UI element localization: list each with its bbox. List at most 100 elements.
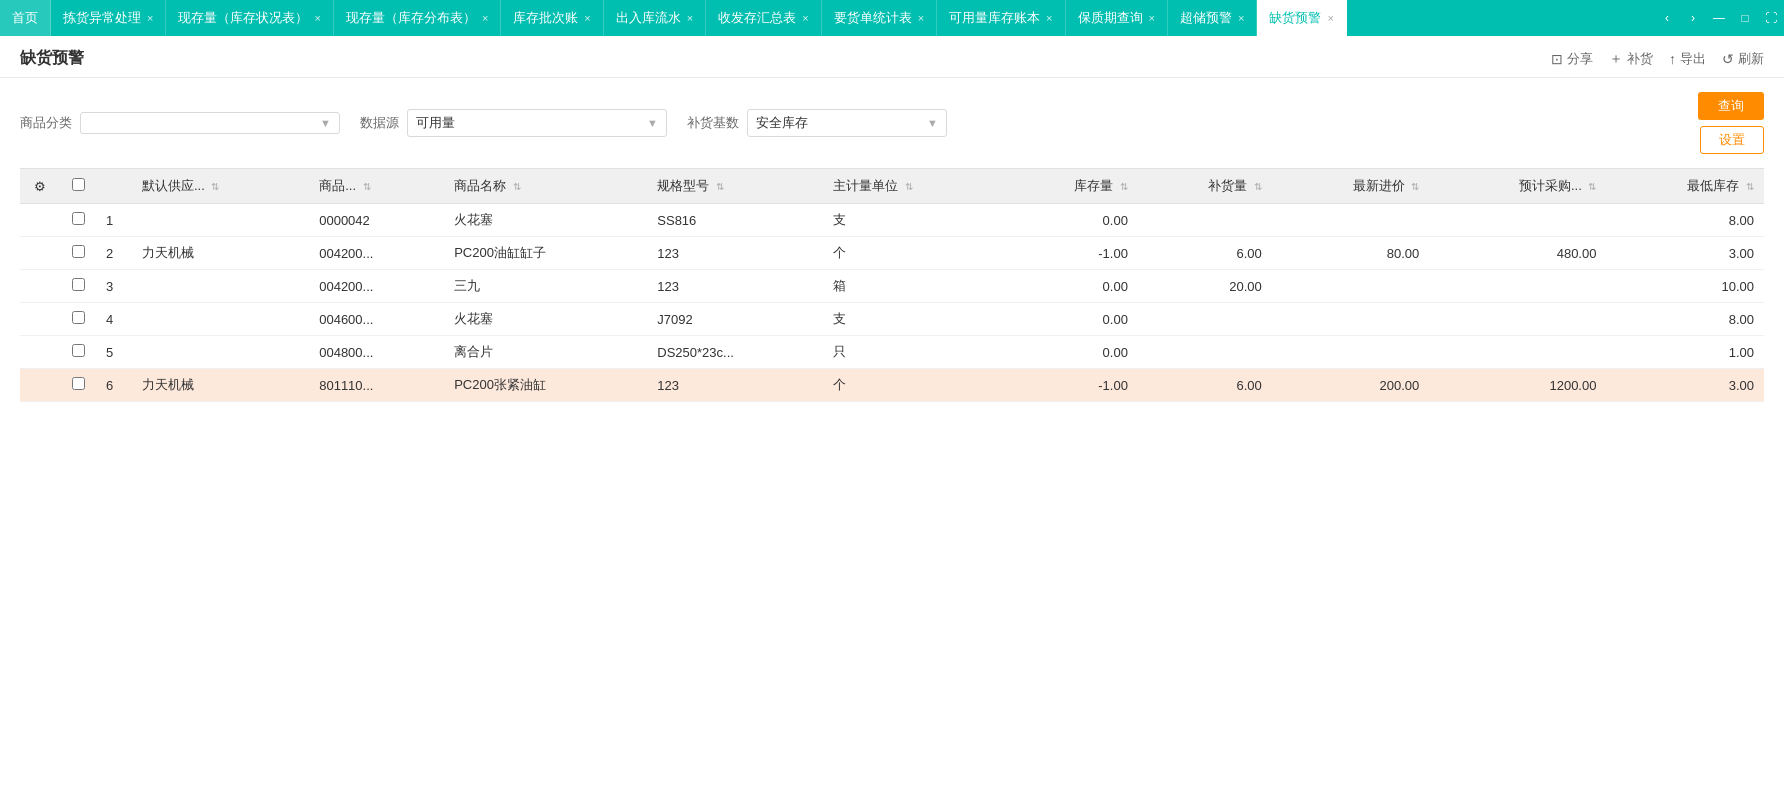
tab-available-ledger[interactable]: 可用量库存账本 ×: [937, 0, 1065, 36]
tab-close-expiry-query[interactable]: ×: [1149, 12, 1155, 24]
tab-close-shortage[interactable]: ×: [1327, 12, 1333, 24]
row-checkbox-5[interactable]: [60, 369, 96, 402]
row-stock-1: -1.00: [1004, 237, 1138, 270]
row-est-purchase-2: [1429, 270, 1606, 303]
sort-icon-unit: ⇅: [905, 181, 913, 192]
th-product-name[interactable]: 商品名称 ⇅: [444, 169, 647, 204]
tab-collect-summary[interactable]: 收发存汇总表 ×: [706, 0, 821, 36]
tab-fullscreen-btn[interactable]: ⛶: [1758, 0, 1784, 36]
export-icon: ↑: [1669, 51, 1676, 67]
share-icon: ⊡: [1551, 51, 1563, 67]
row-min-stock-2: 10.00: [1606, 270, 1764, 303]
tab-order-stats[interactable]: 要货单统计表 ×: [822, 0, 937, 36]
row-checkbox-0[interactable]: [60, 204, 96, 237]
tab-minimize-btn[interactable]: —: [1706, 0, 1732, 36]
datasource-select[interactable]: 可用量 ▼: [407, 109, 667, 137]
row-min-stock-4: 1.00: [1606, 336, 1764, 369]
row-unit-1: 个: [823, 237, 1004, 270]
tab-close-inventory-dist[interactable]: ×: [482, 12, 488, 24]
row-checkbox-2[interactable]: [60, 270, 96, 303]
row-checkbox-4[interactable]: [60, 336, 96, 369]
row-code-2: 004200...: [309, 270, 444, 303]
th-stock[interactable]: 库存量 ⇅: [1004, 169, 1138, 204]
row-select-checkbox-4[interactable]: [72, 344, 85, 357]
row-seq-3: 4: [96, 303, 132, 336]
table-container: ⚙ 默认供应... ⇅ 商品... ⇅: [0, 168, 1784, 402]
row-checkbox-3[interactable]: [60, 303, 96, 336]
query-button[interactable]: 查询: [1698, 92, 1764, 120]
tab-batch-anomaly[interactable]: 拣货异常处理 ×: [51, 0, 166, 36]
tab-home[interactable]: 首页: [0, 0, 51, 36]
replenish-base-select[interactable]: 安全库存 ▼: [747, 109, 947, 137]
tab-batch-account[interactable]: 库存批次账 ×: [501, 0, 603, 36]
row-seq-5: 6: [96, 369, 132, 402]
row-checkbox-1[interactable]: [60, 237, 96, 270]
tab-close-available-ledger[interactable]: ×: [1046, 12, 1052, 24]
datasource-dropdown-icon: ▼: [647, 117, 658, 129]
settings-button[interactable]: 设置: [1700, 126, 1764, 154]
row-select-checkbox-1[interactable]: [72, 245, 85, 258]
select-all-checkbox[interactable]: [72, 178, 85, 191]
tab-overstock[interactable]: 超储预警 ×: [1168, 0, 1257, 36]
row-select-checkbox-5[interactable]: [72, 377, 85, 390]
tab-close-order-stats[interactable]: ×: [918, 12, 924, 24]
row-name-0: 火花塞: [444, 204, 647, 237]
th-min-stock[interactable]: 最低库存 ⇅: [1606, 169, 1764, 204]
export-label: 导出: [1680, 50, 1706, 68]
row-supplier-3: [132, 303, 309, 336]
sort-icon-supplier: ⇅: [211, 181, 219, 192]
page-content: 缺货预警 ⊡ 分享 ＋ 补货 ↑ 导出 ↺ 刷新 商品分类: [0, 36, 1784, 796]
row-code-3: 004600...: [309, 303, 444, 336]
tab-next-btn[interactable]: ›: [1680, 0, 1706, 36]
th-gear[interactable]: ⚙: [20, 169, 60, 204]
row-unit-5: 个: [823, 369, 1004, 402]
datasource-filter-group: 数据源 可用量 ▼: [360, 109, 667, 137]
page-title: 缺货预警: [20, 48, 84, 69]
tab-close-batch-account[interactable]: ×: [584, 12, 590, 24]
th-product-code[interactable]: 商品... ⇅: [309, 169, 444, 204]
tab-close-batch-anomaly[interactable]: ×: [147, 12, 153, 24]
tab-close-inventory-status[interactable]: ×: [314, 12, 320, 24]
th-unit[interactable]: 主计量单位 ⇅: [823, 169, 1004, 204]
tab-in-out-flow[interactable]: 出入库流水 ×: [604, 0, 706, 36]
row-stock-0: 0.00: [1004, 204, 1138, 237]
tab-close-collect-summary[interactable]: ×: [802, 12, 808, 24]
row-name-2: 三九: [444, 270, 647, 303]
row-supplier-2: [132, 270, 309, 303]
th-seq: [96, 169, 132, 204]
tab-expiry-query[interactable]: 保质期查询 ×: [1066, 0, 1168, 36]
th-est-purchase[interactable]: 预计采购... ⇅: [1429, 169, 1606, 204]
table-row: 3 004200... 三九 123 箱 0.00 20.00 10.00: [20, 270, 1764, 303]
replenish-base-filter-label: 补货基数: [687, 114, 739, 132]
share-btn[interactable]: ⊡ 分享: [1551, 50, 1593, 68]
tab-maximize-btn[interactable]: □: [1732, 0, 1758, 36]
row-code-4: 004800...: [309, 336, 444, 369]
refresh-btn[interactable]: ↺ 刷新: [1722, 50, 1764, 68]
tab-inventory-dist[interactable]: 现存量（库存分布表） ×: [334, 0, 501, 36]
page-header: 缺货预警 ⊡ 分享 ＋ 补货 ↑ 导出 ↺ 刷新: [0, 36, 1784, 78]
category-select[interactable]: ▼: [80, 112, 340, 134]
table-row: 4 004600... 火花塞 J7092 支 0.00 8.00: [20, 303, 1764, 336]
replenish-btn[interactable]: ＋ 补货: [1609, 50, 1653, 68]
row-select-checkbox-3[interactable]: [72, 311, 85, 324]
th-default-supplier[interactable]: 默认供应... ⇅: [132, 169, 309, 204]
tab-inventory-status[interactable]: 现存量（库存状况表） ×: [166, 0, 333, 36]
tab-prev-btn[interactable]: ‹: [1654, 0, 1680, 36]
th-spec[interactable]: 规格型号 ⇅: [647, 169, 823, 204]
row-name-4: 离合片: [444, 336, 647, 369]
tab-close-overstock[interactable]: ×: [1238, 12, 1244, 24]
row-select-checkbox-0[interactable]: [72, 212, 85, 225]
row-select-checkbox-2[interactable]: [72, 278, 85, 291]
row-replenish-qty-3: [1138, 303, 1272, 336]
th-replenish-qty[interactable]: 补货量 ⇅: [1138, 169, 1272, 204]
export-btn[interactable]: ↑ 导出: [1669, 50, 1706, 68]
row-est-purchase-3: [1429, 303, 1606, 336]
row-replenish-qty-1: 6.00: [1138, 237, 1272, 270]
row-spec-5: 123: [647, 369, 823, 402]
tab-shortage[interactable]: 缺货预警 ×: [1257, 0, 1346, 36]
th-latest-price[interactable]: 最新进价 ⇅: [1272, 169, 1429, 204]
row-replenish-qty-2: 20.00: [1138, 270, 1272, 303]
row-min-stock-3: 8.00: [1606, 303, 1764, 336]
tab-close-in-out-flow[interactable]: ×: [687, 12, 693, 24]
row-gear-3: [20, 303, 60, 336]
